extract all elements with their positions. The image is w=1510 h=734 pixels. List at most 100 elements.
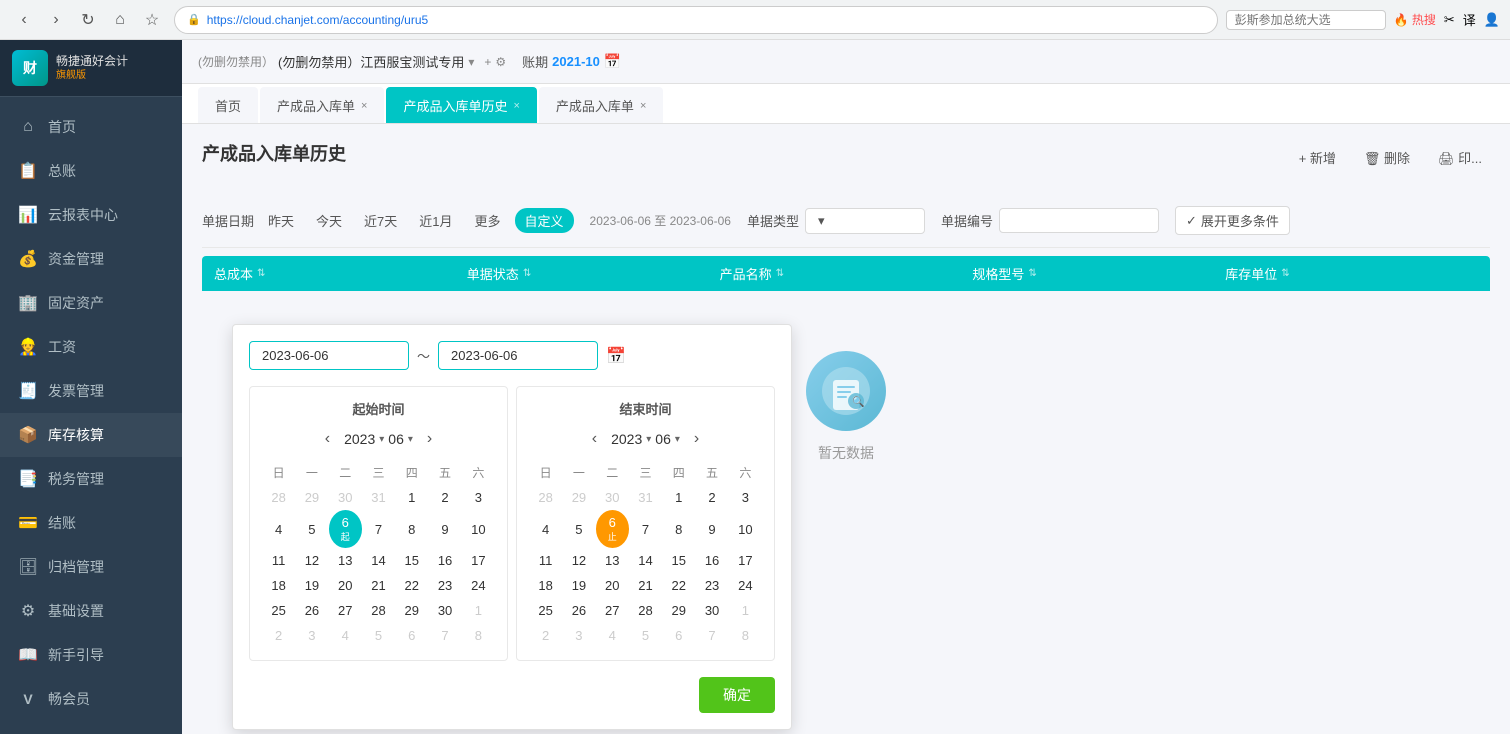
calendar-day[interactable]: 8 [662, 510, 695, 548]
end-date-input[interactable] [438, 341, 598, 370]
calendar-day[interactable]: 27 [329, 598, 362, 623]
calendar-day[interactable]: 20 [596, 573, 629, 598]
col-spec[interactable]: 规格型号 ⇅ [972, 264, 1225, 283]
calendar-day[interactable]: 8 [729, 623, 762, 648]
calendar-day[interactable]: 8 [462, 623, 495, 648]
start-prev-btn[interactable]: ‹ [319, 428, 336, 450]
col-total-cost[interactable]: 总成本 ⇅ [214, 264, 467, 283]
calendar-day[interactable]: 3 [729, 485, 762, 510]
calendar-day[interactable]: 26 [562, 598, 595, 623]
calendar-day[interactable]: 27 [596, 598, 629, 623]
col-unit[interactable]: 库存单位 ⇅ [1225, 264, 1478, 283]
custom-btn[interactable]: 自定义 [515, 208, 574, 233]
start-month-arrow[interactable]: ▾ [408, 434, 413, 445]
calendar-day[interactable]: 1 [462, 598, 495, 623]
start-date-input[interactable] [249, 341, 409, 370]
calendar-day[interactable]: 31 [629, 485, 662, 510]
end-prev-btn[interactable]: ‹ [586, 428, 603, 450]
calendar-day[interactable]: 3 [562, 623, 595, 648]
calendar-day[interactable]: 19 [562, 573, 595, 598]
calendar-day[interactable]: 2 [695, 485, 728, 510]
calendar-day[interactable]: 7 [362, 510, 395, 548]
refresh-button[interactable]: ↻ [74, 6, 102, 34]
calendar-day[interactable]: 6 [395, 623, 428, 648]
sidebar-item-archive[interactable]: 🗄 归档管理 [0, 545, 182, 589]
calendar-day[interactable]: 25 [529, 598, 562, 623]
confirm-button[interactable]: 确定 [699, 677, 775, 713]
calendar-day[interactable]: 29 [395, 598, 428, 623]
calendar-day[interactable]: 28 [262, 485, 295, 510]
tab-history[interactable]: 产成品入库单历史 × [386, 87, 536, 123]
settings-company-icon[interactable]: ⚙ [495, 55, 506, 69]
back-button[interactable]: ‹ [10, 6, 38, 34]
date-calendar-icon[interactable]: 📅 [606, 346, 626, 366]
more-btn[interactable]: 更多 [467, 208, 509, 233]
address-bar[interactable]: 🔒 https://cloud.chanjet.com/accounting/u… [174, 6, 1218, 34]
calendar-day[interactable]: 12 [562, 548, 595, 573]
sidebar-item-settlement[interactable]: 💳 结账 [0, 501, 182, 545]
last1month-btn[interactable]: 近1月 [411, 208, 460, 233]
calendar-day[interactable]: 13 [596, 548, 629, 573]
calendar-day[interactable]: 26 [295, 598, 328, 623]
calendar-day[interactable]: 16 [695, 548, 728, 573]
calendar-day[interactable]: 7 [629, 510, 662, 548]
calendar-day[interactable]: 21 [629, 573, 662, 598]
calendar-day[interactable]: 14 [629, 548, 662, 573]
calendar-day[interactable]: 22 [395, 573, 428, 598]
calendar-day[interactable]: 24 [729, 573, 762, 598]
tab-product-in-2[interactable]: 产成品入库单 × [539, 87, 663, 123]
calendar-day[interactable]: 29 [662, 598, 695, 623]
browser-search-input[interactable] [1226, 10, 1386, 30]
calendar-day[interactable]: 23 [695, 573, 728, 598]
calendar-icon[interactable]: 📅 [604, 53, 621, 70]
calendar-day[interactable]: 10 [462, 510, 495, 548]
calendar-day[interactable]: 31 [362, 485, 395, 510]
calendar-day[interactable]: 28 [629, 598, 662, 623]
print-button[interactable]: 🖨 印... [1430, 144, 1490, 171]
calendar-day[interactable]: 1 [395, 485, 428, 510]
calendar-day[interactable]: 4 [529, 510, 562, 548]
type-select[interactable]: ▾ [805, 208, 925, 234]
expand-conditions-btn[interactable]: ✓ 展开更多条件 [1175, 206, 1290, 235]
tab-product-in[interactable]: 产成品入库单 × [260, 87, 384, 123]
calendar-day[interactable]: 9 [695, 510, 728, 548]
calendar-day[interactable]: 29 [295, 485, 328, 510]
calendar-day[interactable]: 6起 [329, 510, 362, 548]
col-status[interactable]: 单据状态 ⇅ [467, 264, 720, 283]
calendar-day[interactable]: 23 [428, 573, 461, 598]
end-year-arrow[interactable]: ▾ [646, 434, 651, 445]
col-product-name[interactable]: 产品名称 ⇅ [720, 264, 973, 283]
calendar-day[interactable]: 9 [428, 510, 461, 548]
number-filter-input[interactable] [999, 208, 1159, 233]
calendar-day[interactable]: 3 [295, 623, 328, 648]
calendar-day[interactable]: 21 [362, 573, 395, 598]
calendar-day[interactable]: 30 [596, 485, 629, 510]
calendar-day[interactable]: 7 [695, 623, 728, 648]
calendar-day[interactable]: 2 [262, 623, 295, 648]
sidebar-item-reports[interactable]: 📊 云报表中心 [0, 193, 182, 237]
sidebar-item-invoice[interactable]: 🧾 发票管理 [0, 369, 182, 413]
calendar-day[interactable]: 20 [329, 573, 362, 598]
tab-history-close[interactable]: × [513, 100, 519, 112]
calendar-day[interactable]: 16 [428, 548, 461, 573]
calendar-day[interactable]: 3 [462, 485, 495, 510]
tab-home[interactable]: 首页 [198, 87, 258, 123]
calendar-day[interactable]: 2 [529, 623, 562, 648]
calendar-day[interactable]: 29 [562, 485, 595, 510]
calendar-day[interactable]: 1 [662, 485, 695, 510]
tab-product-in-close[interactable]: × [361, 100, 367, 112]
sidebar-item-funds[interactable]: 💰 资金管理 [0, 237, 182, 281]
calendar-day[interactable]: 11 [262, 548, 295, 573]
calendar-day[interactable]: 10 [729, 510, 762, 548]
sidebar-item-settings[interactable]: ⚙ 基础设置 [0, 589, 182, 633]
calendar-day[interactable]: 6止 [596, 510, 629, 548]
sidebar-item-salary[interactable]: 👷 工资 [0, 325, 182, 369]
calendar-day[interactable]: 15 [662, 548, 695, 573]
forward-button[interactable]: › [42, 6, 70, 34]
sidebar-item-guide[interactable]: 📖 新手引导 [0, 633, 182, 677]
calendar-day[interactable]: 30 [428, 598, 461, 623]
calendar-day[interactable]: 22 [662, 573, 695, 598]
bookmark-button[interactable]: ☆ [138, 6, 166, 34]
home-button[interactable]: ⌂ [106, 6, 134, 34]
calendar-day[interactable]: 12 [295, 548, 328, 573]
